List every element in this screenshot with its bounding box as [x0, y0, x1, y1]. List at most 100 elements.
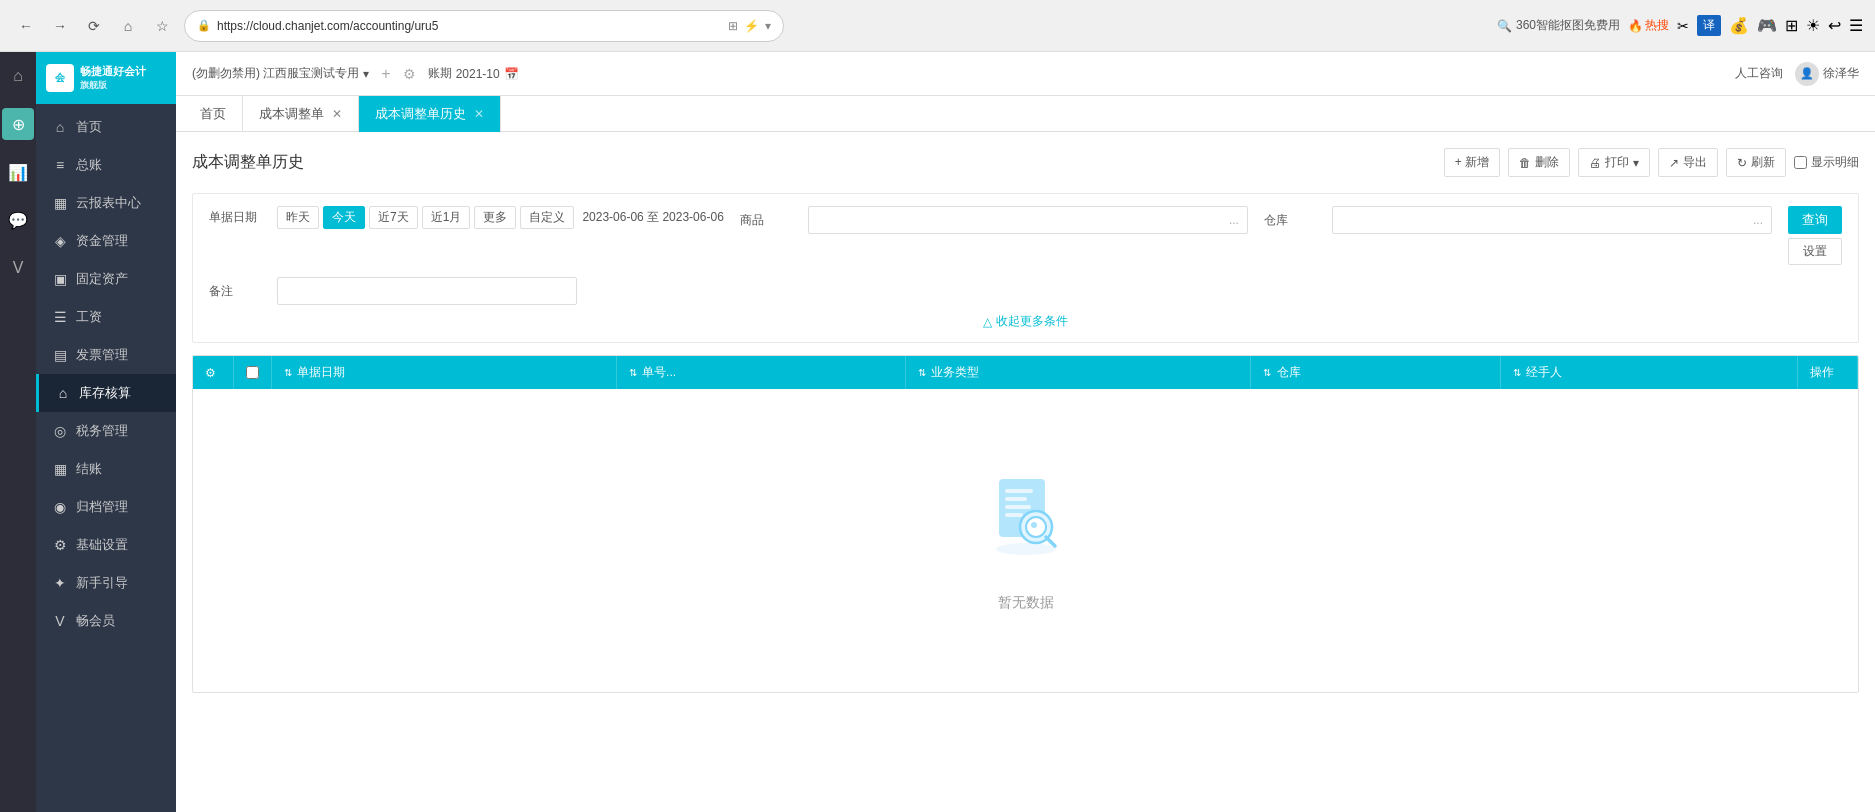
warehouse-filter-label: 仓库 — [1264, 212, 1324, 229]
sidebar-item-general-ledger[interactable]: ≡ 总账 — [36, 146, 176, 184]
goods-search-field[interactable]: ... — [808, 206, 1248, 234]
export-button[interactable]: ↗ 导出 — [1658, 148, 1718, 177]
translate-icon[interactable]: 译 — [1697, 15, 1721, 36]
date-btn-yesterday[interactable]: 昨天 — [277, 206, 319, 229]
back-button[interactable]: ← — [12, 12, 40, 40]
date-btn-more[interactable]: 更多 — [474, 206, 516, 229]
lightning-icon: ⚡ — [744, 19, 759, 33]
display-toggle-checkbox[interactable] — [1794, 156, 1807, 169]
goods-more-icon[interactable]: ... — [1229, 213, 1239, 227]
sidebar-item-payroll[interactable]: ☰ 工资 — [36, 298, 176, 336]
setting-button[interactable]: 设置 — [1788, 238, 1842, 265]
th-biz-type[interactable]: ⇅ 业务类型 — [906, 356, 1251, 389]
query-button[interactable]: 查询 — [1788, 206, 1842, 234]
th-check[interactable] — [233, 356, 271, 389]
sidebar-item-new-guide[interactable]: ✦ 新手引导 — [36, 564, 176, 602]
address-bar[interactable]: 🔒 https://cloud.chanjet.com/accounting/u… — [184, 10, 784, 42]
new-button[interactable]: + 新增 — [1444, 148, 1500, 177]
tab-cost-adjust-history[interactable]: 成本调整单历史 ✕ — [359, 96, 501, 132]
logo-text-block: 畅捷通好会计 旗舰版 — [80, 64, 146, 91]
brightness-icon[interactable]: ☀ — [1806, 16, 1820, 35]
menu-icon[interactable]: ☰ — [1849, 16, 1863, 35]
th-biz-label: 业务类型 — [931, 365, 979, 379]
forward-button[interactable]: → — [46, 12, 74, 40]
icon-bar-item-4[interactable]: 💬 — [2, 204, 34, 236]
game-icon[interactable]: 🎮 — [1757, 16, 1777, 35]
add-tab-button[interactable]: + — [381, 65, 390, 83]
grid-icon[interactable]: ⊞ — [1785, 16, 1798, 35]
icon-bar-item-3[interactable]: 📊 — [2, 156, 34, 188]
home-button[interactable]: ⌂ — [114, 12, 142, 40]
membership-icon: V — [52, 613, 68, 629]
warehouse-search-field[interactable]: ... — [1332, 206, 1772, 234]
th-no[interactable]: ⇅ 单号... — [616, 356, 905, 389]
sidebar-item-home[interactable]: ⌂ 首页 — [36, 108, 176, 146]
browser-grid-icon: ⊞ — [728, 19, 738, 33]
app-container: ⌂ ⊕ 📊 💬 V 会 畅捷通好会计 旗舰版 ⌂ 首页 ≡ 总账 ▦ 云报表 — [0, 52, 1875, 812]
date-buttons: 昨天 今天 近7天 近1月 更多 自定义 — [277, 206, 574, 229]
select-all-checkbox[interactable] — [246, 366, 259, 379]
print-button[interactable]: 🖨 打印 ▾ — [1578, 148, 1650, 177]
logo-icon: 会 — [46, 64, 74, 92]
th-operator[interactable]: ⇅ 经手人 — [1500, 356, 1797, 389]
svg-rect-5 — [1005, 513, 1023, 517]
display-toggle[interactable]: 显示明细 — [1794, 154, 1859, 171]
icon-bar-item-5[interactable]: V — [2, 252, 34, 284]
date-btn-custom[interactable]: 自定义 — [520, 206, 574, 229]
sidebar-item-settle[interactable]: ▦ 结账 — [36, 450, 176, 488]
sidebar-item-archive-mgmt[interactable]: ◉ 归档管理 — [36, 488, 176, 526]
username: 徐泽华 — [1823, 65, 1859, 82]
sidebar-item-inventory[interactable]: ⌂ 库存核算 — [36, 374, 176, 412]
payroll-icon: ☰ — [52, 309, 68, 325]
date-btn-1month[interactable]: 近1月 — [422, 206, 471, 229]
warehouse-more-icon[interactable]: ... — [1753, 213, 1763, 227]
inventory-icon: ⌂ — [55, 385, 71, 401]
period-value: 2021-10 — [456, 67, 500, 81]
sidebar-item-fund-mgmt[interactable]: ◈ 资金管理 — [36, 222, 176, 260]
sidebar-item-fixed-assets[interactable]: ▣ 固定资产 — [36, 260, 176, 298]
refresh-button[interactable]: ↻ 刷新 — [1726, 148, 1786, 177]
sidebar-item-report-center[interactable]: ▦ 云报表中心 — [36, 184, 176, 222]
tab-history-close[interactable]: ✕ — [474, 107, 484, 121]
scissors-icon[interactable]: ✂ — [1677, 18, 1689, 34]
bookmark-button[interactable]: ☆ — [148, 12, 176, 40]
th-warehouse[interactable]: ⇅ 仓库 — [1251, 356, 1500, 389]
settings-col-icon: ⚙ — [205, 366, 216, 380]
tab-cost-adjust[interactable]: 成本调整单 ✕ — [243, 96, 359, 132]
history-icon[interactable]: ↩ — [1828, 16, 1841, 35]
icon-bar-item-1[interactable]: ⌂ — [2, 60, 34, 92]
avatar[interactable]: 👤 徐泽华 — [1795, 62, 1859, 86]
th-date[interactable]: ⇅ 单据日期 — [271, 356, 616, 389]
th-settings[interactable]: ⚙ — [193, 356, 233, 389]
assets-icon: ▣ — [52, 271, 68, 287]
date-btn-today[interactable]: 今天 — [323, 206, 365, 229]
company-selector[interactable]: (勿删勿禁用) 江西服宝测试专用 ▾ — [192, 65, 369, 82]
sidebar-item-basic-settings[interactable]: ⚙ 基础设置 — [36, 526, 176, 564]
reload-button[interactable]: ⟳ — [80, 12, 108, 40]
sidebar-label-report: 云报表中心 — [76, 194, 141, 212]
wallet-icon[interactable]: 💰 — [1729, 16, 1749, 35]
sidebar-item-tax-mgmt[interactable]: ◎ 税务管理 — [36, 412, 176, 450]
sidebar-item-membership[interactable]: V 畅会员 — [36, 602, 176, 640]
sidebar-item-invoice-mgmt[interactable]: ▤ 发票管理 — [36, 336, 176, 374]
tab-home[interactable]: 首页 — [184, 96, 243, 132]
user-service-link[interactable]: 人工咨询 — [1735, 65, 1783, 82]
icon-bar: ⌂ ⊕ 📊 💬 V — [0, 52, 36, 812]
tab-cost-adjust-close[interactable]: ✕ — [332, 107, 342, 121]
settings-icon[interactable]: ⚙ — [403, 66, 416, 82]
remark-input[interactable] — [277, 277, 577, 305]
logo-title: 畅捷通好会计 — [80, 64, 146, 78]
th-no-label: 单号... — [642, 365, 676, 379]
sidebar-label-tax: 税务管理 — [76, 422, 128, 440]
delete-button[interactable]: 🗑 删除 — [1508, 148, 1570, 177]
company-dropdown-icon: ▾ — [363, 67, 369, 81]
collapse-btn[interactable]: △ 收起更多条件 — [209, 313, 1842, 330]
search-icon: 🔍 — [1497, 19, 1512, 33]
calendar-icon[interactable]: 📅 — [504, 67, 519, 81]
tax-icon: ◎ — [52, 423, 68, 439]
date-btn-7days[interactable]: 近7天 — [369, 206, 418, 229]
icon-bar-item-2[interactable]: ⊕ — [2, 108, 34, 140]
settle-icon: ▦ — [52, 461, 68, 477]
fund-icon: ◈ — [52, 233, 68, 249]
dropdown-icon: ▾ — [765, 19, 771, 33]
